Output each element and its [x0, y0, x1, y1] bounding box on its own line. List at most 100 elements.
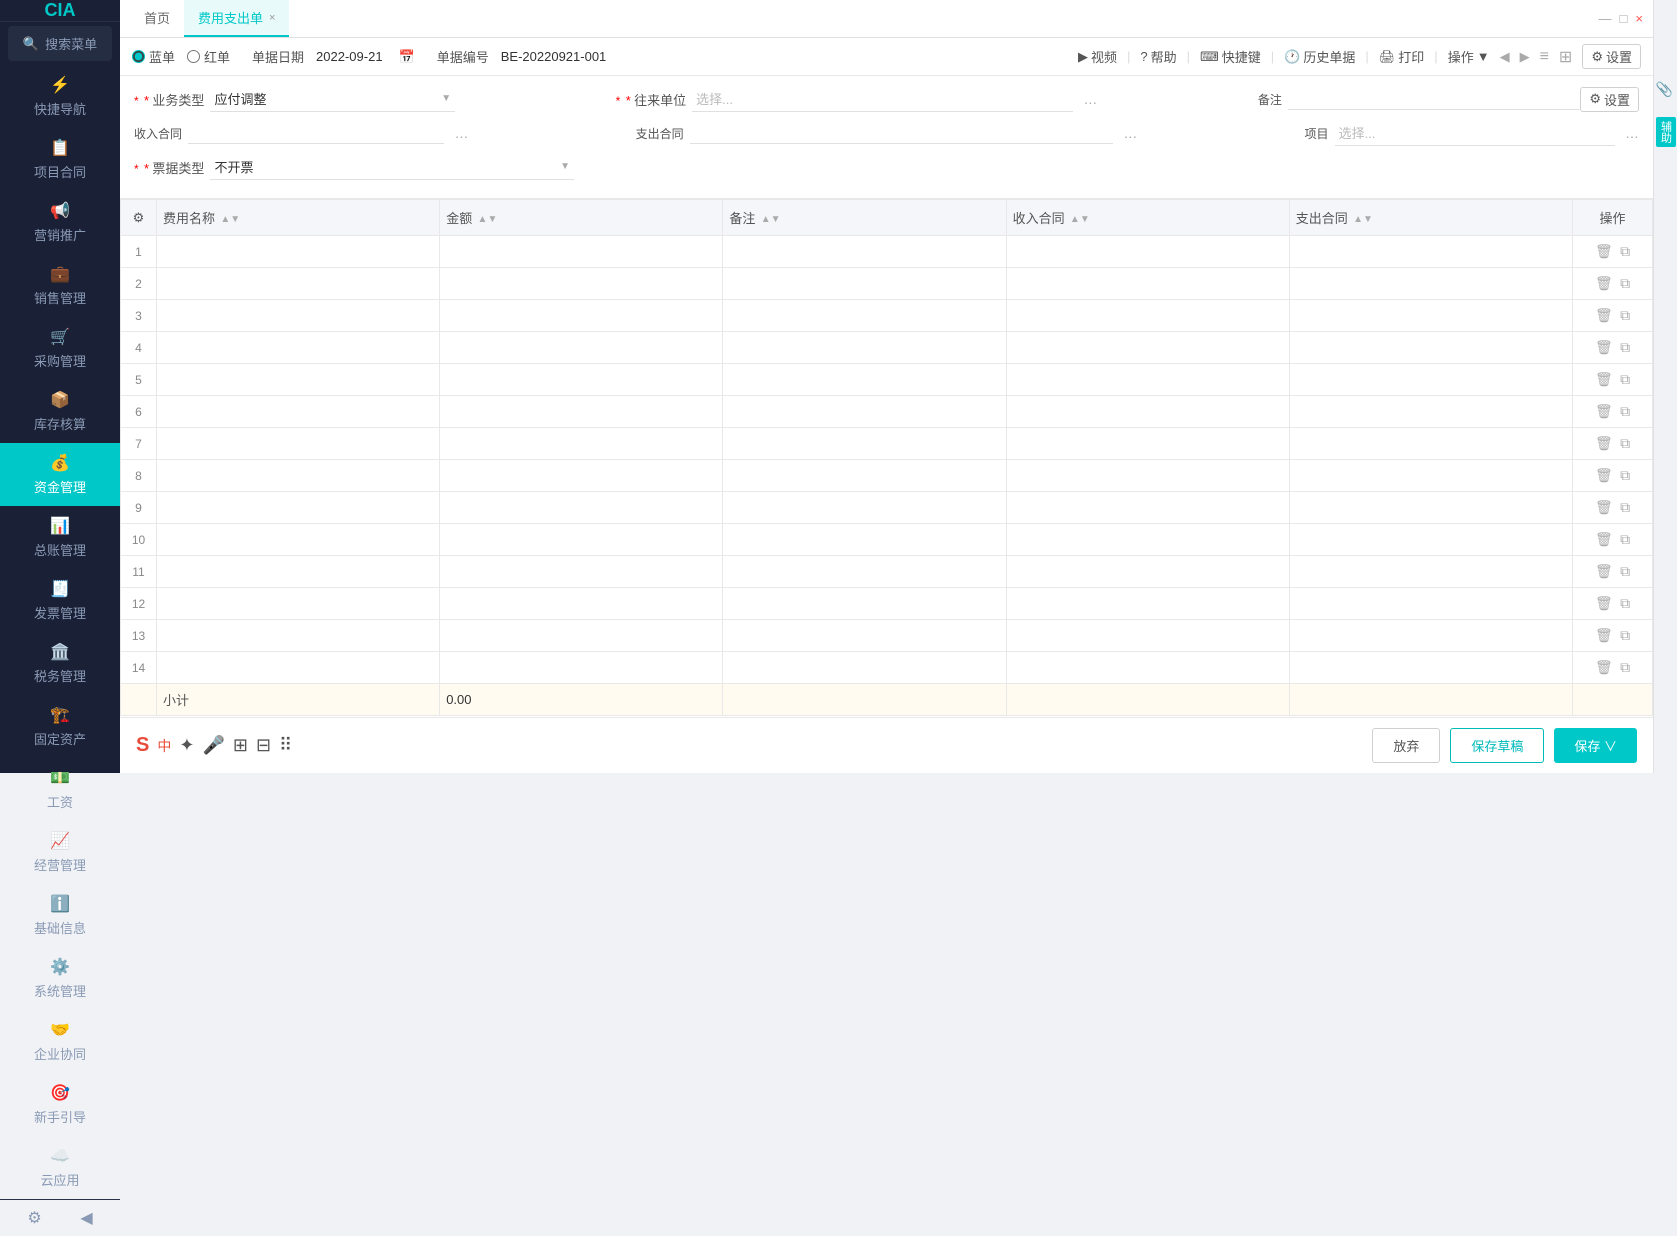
note-input[interactable] [1288, 89, 1579, 110]
cell-expense-name[interactable] [157, 492, 440, 524]
cell-expense-contract[interactable] [1289, 492, 1572, 524]
delete-row-icon[interactable]: 🗑 [1595, 307, 1613, 323]
expense-contract-input[interactable] [690, 123, 1114, 144]
cell-amount[interactable] [440, 492, 723, 524]
footer-mic-icon[interactable]: 🎤 [202, 735, 224, 756]
nav-prev-icon[interactable]: ◀ [1500, 49, 1510, 65]
sidebar-item-cloud[interactable]: ☁️ 云应用 [0, 1136, 120, 1199]
cell-expense-name[interactable] [157, 556, 440, 588]
cell-expense-contract[interactable] [1289, 236, 1572, 268]
sidebar-item-tax[interactable]: 🏛️ 税务管理 [0, 632, 120, 695]
history-button[interactable]: 🕐 历史单据 [1284, 47, 1355, 66]
copy-row-icon[interactable]: ⧉ [1620, 467, 1630, 483]
cell-amount[interactable] [440, 652, 723, 684]
window-minimize-icon[interactable]: — [1599, 11, 1612, 26]
project-select[interactable]: 选择... [1335, 120, 1615, 146]
sidebar-item-operations[interactable]: 📈 经营管理 [0, 821, 120, 884]
cell-income-contract[interactable] [1006, 556, 1289, 588]
window-maximize-icon[interactable]: □ [1620, 11, 1628, 26]
cell-note[interactable] [723, 236, 1006, 268]
sidebar-item-new-user[interactable]: 🎯 新手引导 [0, 1073, 120, 1136]
sidebar-item-payroll[interactable]: 💵 工资 [0, 758, 120, 821]
cell-expense-contract[interactable] [1289, 652, 1572, 684]
cell-expense-name[interactable] [157, 236, 440, 268]
sidebar-item-marketing[interactable]: 📢 营销推广 [0, 191, 120, 254]
cell-income-contract[interactable] [1006, 428, 1289, 460]
th-expense-name[interactable]: 费用名称 ▲▼ [157, 200, 440, 236]
sidebar-item-system[interactable]: ⚙️ 系统管理 [0, 947, 120, 1010]
cell-amount[interactable] [440, 364, 723, 396]
cell-expense-name[interactable] [157, 396, 440, 428]
calendar-icon[interactable]: 📅 [399, 49, 415, 65]
nav-next-icon[interactable]: ▶ [1520, 49, 1530, 65]
cell-expense-name[interactable] [157, 588, 440, 620]
copy-row-icon[interactable]: ⧉ [1620, 275, 1630, 291]
delete-row-icon[interactable]: 🗑 [1595, 531, 1613, 547]
cell-amount[interactable] [440, 428, 723, 460]
delete-row-icon[interactable]: 🗑 [1595, 659, 1613, 675]
cell-expense-contract[interactable] [1289, 588, 1572, 620]
income-contract-more-icon[interactable]: … [454, 125, 468, 141]
blue-radio-input[interactable] [132, 50, 145, 63]
tab-home[interactable]: 首页 [130, 0, 184, 37]
cell-income-contract[interactable] [1006, 492, 1289, 524]
cell-note[interactable] [723, 524, 1006, 556]
delete-row-icon[interactable]: 🗑 [1595, 371, 1613, 387]
cell-note[interactable] [723, 652, 1006, 684]
video-button[interactable]: ▶ 视频 [1078, 47, 1117, 66]
cell-note[interactable] [723, 300, 1006, 332]
blue-single-radio[interactable]: 蓝单 [132, 47, 175, 66]
red-single-radio[interactable]: 红单 [187, 47, 230, 66]
cell-expense-name[interactable] [157, 300, 440, 332]
sidebar-item-invoice[interactable]: 🧾 发票管理 [0, 569, 120, 632]
table-settings-icon[interactable]: ⚙ [133, 210, 145, 225]
cell-expense-name[interactable] [157, 460, 440, 492]
footer-plus-icon[interactable]: ✦ [179, 735, 194, 756]
cell-note[interactable] [723, 620, 1006, 652]
copy-row-icon[interactable]: ⧉ [1620, 627, 1630, 643]
ops-button[interactable]: 操作 ▼ [1448, 47, 1490, 66]
copy-row-icon[interactable]: ⧉ [1620, 307, 1630, 323]
delete-row-icon[interactable]: 🗑 [1595, 499, 1613, 515]
cell-expense-name[interactable] [157, 428, 440, 460]
settings-icon[interactable]: ⚙ [27, 1208, 41, 1228]
invoice-type-select[interactable]: 不开票 ▼ [210, 154, 574, 180]
cell-amount[interactable] [440, 332, 723, 364]
footer-grid-icon[interactable]: ⊟ [256, 735, 271, 756]
cell-amount[interactable] [440, 460, 723, 492]
delete-row-icon[interactable]: 🗑 [1595, 275, 1613, 291]
cell-note[interactable] [723, 428, 1006, 460]
cell-expense-contract[interactable] [1289, 620, 1572, 652]
sidebar-item-fixed-assets[interactable]: 🏗️ 固定资产 [0, 695, 120, 758]
cell-expense-contract[interactable] [1289, 396, 1572, 428]
cell-expense-contract[interactable] [1289, 556, 1572, 588]
save-draft-button[interactable]: 保存草稿 [1450, 728, 1544, 763]
grid-view-icon[interactable]: ⊞ [1559, 47, 1572, 67]
save-button[interactable]: 保存 ∨ [1554, 728, 1637, 763]
cell-expense-name[interactable] [157, 620, 440, 652]
footer-table-icon[interactable]: ⊞ [233, 735, 248, 756]
cell-expense-contract[interactable] [1289, 268, 1572, 300]
shortcut-button[interactable]: ⌨ 快捷键 [1200, 47, 1261, 66]
delete-row-icon[interactable]: 🗑 [1595, 339, 1613, 355]
delete-row-icon[interactable]: 🗑 [1595, 467, 1613, 483]
print-button[interactable]: 🖨 打印 [1379, 47, 1425, 66]
cell-income-contract[interactable] [1006, 364, 1289, 396]
th-expense-contract[interactable]: 支出合同 ▲▼ [1289, 200, 1572, 236]
th-settings[interactable]: ⚙ [121, 200, 157, 236]
cell-income-contract[interactable] [1006, 620, 1289, 652]
cell-note[interactable] [723, 492, 1006, 524]
cell-expense-contract[interactable] [1289, 428, 1572, 460]
copy-row-icon[interactable]: ⧉ [1620, 403, 1630, 419]
project-more-icon[interactable]: … [1625, 125, 1639, 141]
cell-amount[interactable] [440, 524, 723, 556]
cell-note[interactable] [723, 364, 1006, 396]
cell-expense-name[interactable] [157, 652, 440, 684]
settings-button[interactable]: ⚙ 设置 [1582, 44, 1641, 69]
th-amount[interactable]: 金额 ▲▼ [440, 200, 723, 236]
copy-row-icon[interactable]: ⧉ [1620, 243, 1630, 259]
cell-note[interactable] [723, 588, 1006, 620]
sidebar-item-basic-info[interactable]: ℹ️ 基础信息 [0, 884, 120, 947]
cell-amount[interactable] [440, 396, 723, 428]
sidebar-item-quick-nav[interactable]: ⚡ 快捷导航 [0, 65, 120, 128]
